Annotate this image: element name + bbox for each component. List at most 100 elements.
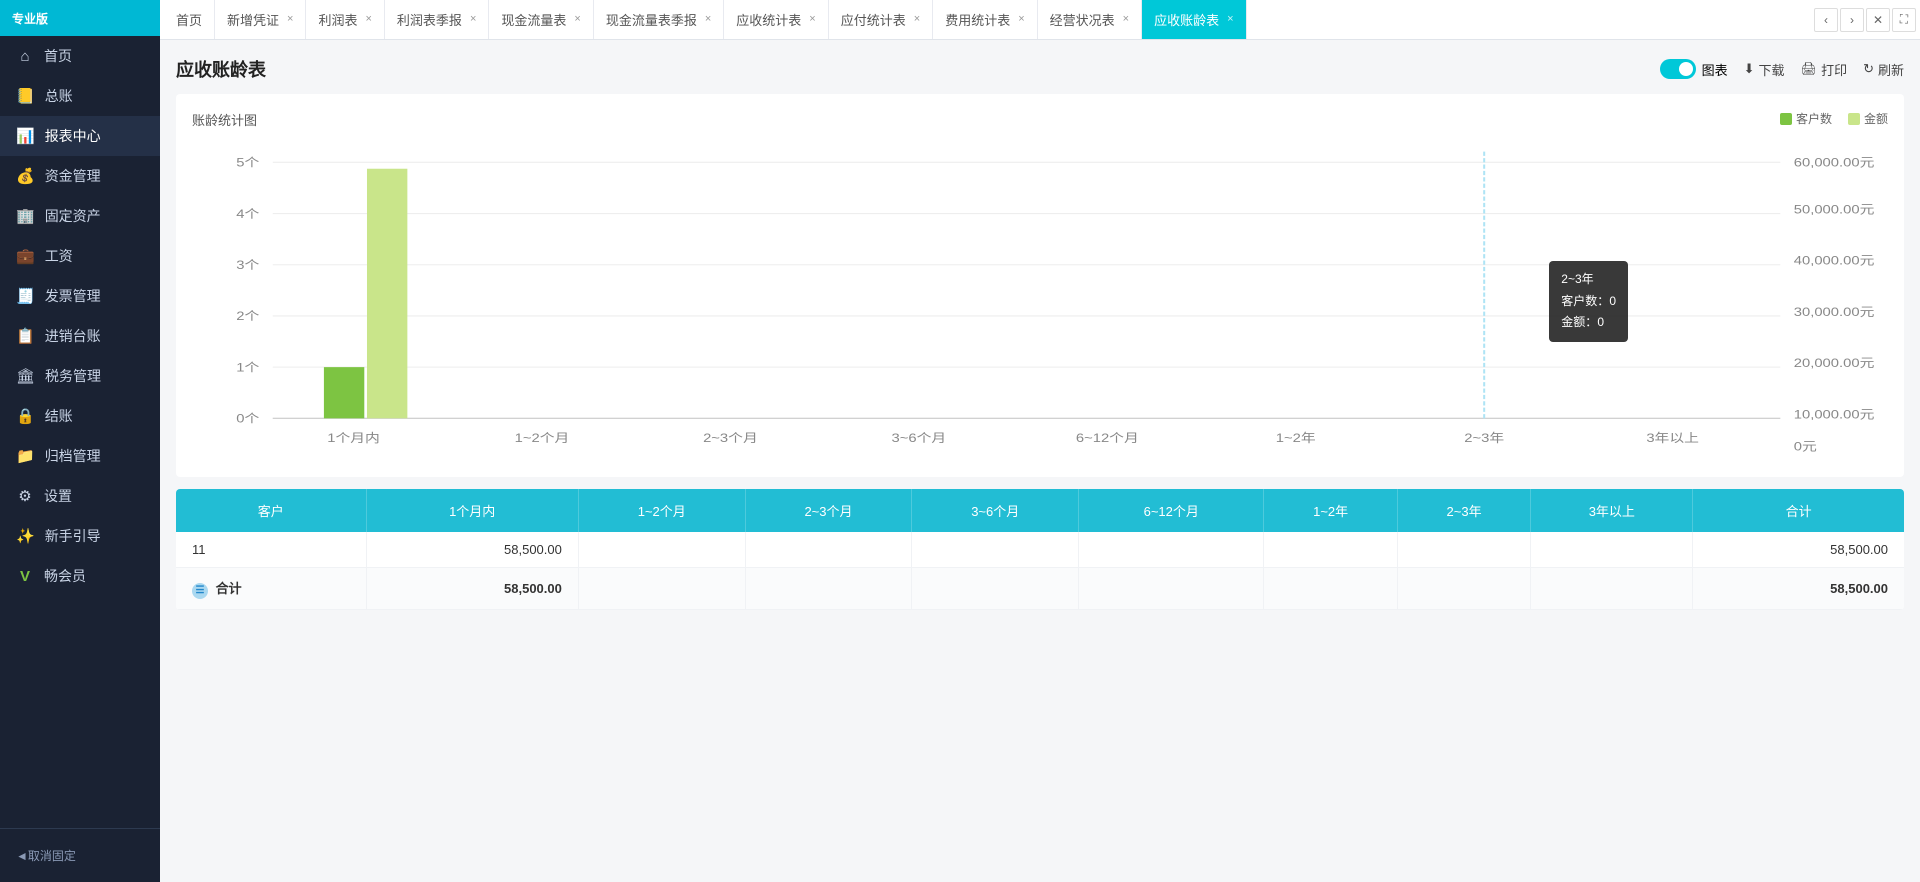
svg-text:1~2个月: 1~2个月 xyxy=(515,431,570,444)
sidebar-item-closing[interactable]: 🔒 结账 xyxy=(0,396,160,436)
tab-label: 经营状况表 xyxy=(1050,10,1115,29)
svg-text:10,000.00元: 10,000.00元 xyxy=(1794,408,1875,421)
tab-next-button[interactable]: › xyxy=(1840,8,1864,32)
tab-close-icon[interactable]: × xyxy=(705,14,711,25)
closing-icon: 🔒 xyxy=(16,407,35,425)
sidebar-item-tax[interactable]: 🏛 税务管理 xyxy=(0,356,160,396)
tab-voucher[interactable]: 新增凭证 × xyxy=(215,0,306,40)
col-y3: 2~3年 xyxy=(1397,489,1530,532)
svg-text:50,000.00元: 50,000.00元 xyxy=(1794,203,1875,216)
sidebar-item-assets[interactable]: 🏢 固定资产 xyxy=(0,196,160,236)
home-icon: ⌂ xyxy=(16,48,34,65)
tab-nav-buttons: ‹ › ✕ ⛶ xyxy=(1814,8,1916,32)
tab-close-all-button[interactable]: ✕ xyxy=(1866,8,1890,32)
total-label: ☰ 合计 xyxy=(176,568,366,610)
svg-text:40,000.00元: 40,000.00元 xyxy=(1794,254,1875,267)
tab-label: 利润表季报 xyxy=(397,10,462,29)
tab-close-icon[interactable]: × xyxy=(365,14,371,25)
aging-table: 客户 1个月内 1~2个月 2~3个月 3~6个月 6~12个月 1~2年 2~… xyxy=(176,489,1904,610)
sidebar-item-settings[interactable]: ⚙ 设置 xyxy=(0,476,160,516)
cell-y2 xyxy=(1264,532,1397,568)
tab-profit[interactable]: 利润表 × xyxy=(306,0,384,40)
total-m6 xyxy=(912,568,1079,610)
svg-text:6~12个月: 6~12个月 xyxy=(1076,431,1139,444)
tab-prev-button[interactable]: ‹ xyxy=(1814,8,1838,32)
page-header: 应收账龄表 图表 ⬇ 下载 🖨 打印 ↻ 刷新 xyxy=(176,56,1904,82)
svg-text:1个: 1个 xyxy=(236,361,259,374)
bar-customer-0 xyxy=(324,367,364,418)
sidebar-item-ledger[interactable]: 📒 总账 xyxy=(0,76,160,116)
header-actions: 图表 ⬇ 下载 🖨 打印 ↻ 刷新 xyxy=(1660,59,1904,79)
cell-m2 xyxy=(578,532,745,568)
cell-m6 xyxy=(912,532,1079,568)
reports-icon: 📊 xyxy=(16,127,35,145)
tab-close-icon[interactable]: × xyxy=(1227,14,1233,25)
tab-receivable-stats[interactable]: 应收统计表 × xyxy=(724,0,828,40)
sidebar-item-funds[interactable]: 💰 资金管理 xyxy=(0,156,160,196)
tab-close-icon[interactable]: × xyxy=(1123,14,1129,25)
sidebar-item-label: 进销台账 xyxy=(45,326,101,346)
total-m3 xyxy=(745,568,912,610)
download-button[interactable]: ⬇ 下载 xyxy=(1744,60,1785,79)
sidebar-item-vip[interactable]: V 畅会员 xyxy=(0,556,160,596)
sidebar-item-home[interactable]: ⌂ 首页 xyxy=(0,36,160,76)
tab-aging[interactable]: 应收账龄表 × xyxy=(1142,0,1246,40)
sidebar-item-label: 新手引导 xyxy=(45,526,101,546)
sidebar-item-label: 资金管理 xyxy=(45,166,101,186)
table-body: 11 58,500.00 58,500.00 ☰ xyxy=(176,532,1904,609)
funds-icon: 💰 xyxy=(16,167,35,185)
sidebar-item-salary[interactable]: 💼 工资 xyxy=(0,236,160,276)
unpin-button[interactable]: ◄取消固定 xyxy=(0,839,160,872)
col-m12: 6~12个月 xyxy=(1079,489,1264,532)
total-y3 xyxy=(1397,568,1530,610)
print-button[interactable]: 🖨 打印 xyxy=(1801,60,1848,79)
tab-label: 现金流量表季报 xyxy=(606,10,697,29)
chart-wrap: 5个 4个 3个 2个 1个 0个 60,000.00元 50,000.00元 … xyxy=(192,141,1888,461)
col-total: 合计 xyxy=(1693,489,1904,532)
sidebar-item-label: 首页 xyxy=(44,46,72,66)
sidebar-bottom: ◄取消固定 xyxy=(0,828,160,882)
svg-text:4个: 4个 xyxy=(236,207,259,220)
main-area: 首页 新增凭证 × 利润表 × 利润表季报 × 现金流量表 × 现金流量表季报 … xyxy=(160,0,1920,882)
sidebar-item-archive[interactable]: 📁 归档管理 xyxy=(0,436,160,476)
tab-cashflow-quarterly[interactable]: 现金流量表季报 × xyxy=(594,0,724,40)
total-row: ☰ 合计 58,500.00 58,500.00 xyxy=(176,568,1904,610)
tab-profit-quarterly[interactable]: 利润表季报 × xyxy=(385,0,489,40)
sidebar-item-label: 设置 xyxy=(44,486,72,506)
tab-close-icon[interactable]: × xyxy=(470,14,476,25)
page-title: 应收账龄表 xyxy=(176,56,266,82)
refresh-button[interactable]: ↻ 刷新 xyxy=(1863,60,1904,79)
legend-amount-label: 金额 xyxy=(1864,110,1888,127)
sidebar-item-invoice[interactable]: 🧾 发票管理 xyxy=(0,276,160,316)
chart-toggle-label: 图表 xyxy=(1702,60,1728,79)
tab-close-icon[interactable]: × xyxy=(287,14,293,25)
tab-expense-stats[interactable]: 费用统计表 × xyxy=(933,0,1037,40)
legend-customer-dot xyxy=(1780,113,1792,125)
tab-close-icon[interactable]: × xyxy=(914,14,920,25)
tab-home[interactable]: 首页 xyxy=(164,0,215,40)
tab-close-icon[interactable]: × xyxy=(574,14,580,25)
tab-close-icon[interactable]: × xyxy=(1018,14,1024,25)
cell-m12 xyxy=(1079,532,1264,568)
sidebar-item-purchase[interactable]: 📋 进销台账 xyxy=(0,316,160,356)
cell-y3plus xyxy=(1531,532,1693,568)
total-m2 xyxy=(578,568,745,610)
sidebar-item-reports[interactable]: 📊 报表中心 xyxy=(0,116,160,156)
tab-maximize-button[interactable]: ⛶ xyxy=(1892,8,1916,32)
chart-toggle[interactable] xyxy=(1660,59,1696,79)
tab-label: 应收账龄表 xyxy=(1154,10,1219,29)
sidebar-item-guide[interactable]: ✨ 新手引导 xyxy=(0,516,160,556)
total-icon: ☰ xyxy=(192,583,208,599)
col-m1: 1个月内 xyxy=(366,489,578,532)
print-icon: 🖨 xyxy=(1801,61,1818,77)
tab-close-icon[interactable]: × xyxy=(809,14,815,25)
svg-text:3年以上: 3年以上 xyxy=(1646,431,1699,444)
tab-operation[interactable]: 经营状况表 × xyxy=(1038,0,1142,40)
sidebar-item-label: 畅会员 xyxy=(44,566,86,586)
tab-cashflow[interactable]: 现金流量表 × xyxy=(489,0,593,40)
tab-payable-stats[interactable]: 应付统计表 × xyxy=(829,0,933,40)
svg-text:0元: 0元 xyxy=(1794,440,1817,453)
svg-text:2个: 2个 xyxy=(236,310,259,323)
chart-legend: 客户数 金额 xyxy=(1780,110,1888,127)
svg-text:1个月内: 1个月内 xyxy=(327,431,380,444)
